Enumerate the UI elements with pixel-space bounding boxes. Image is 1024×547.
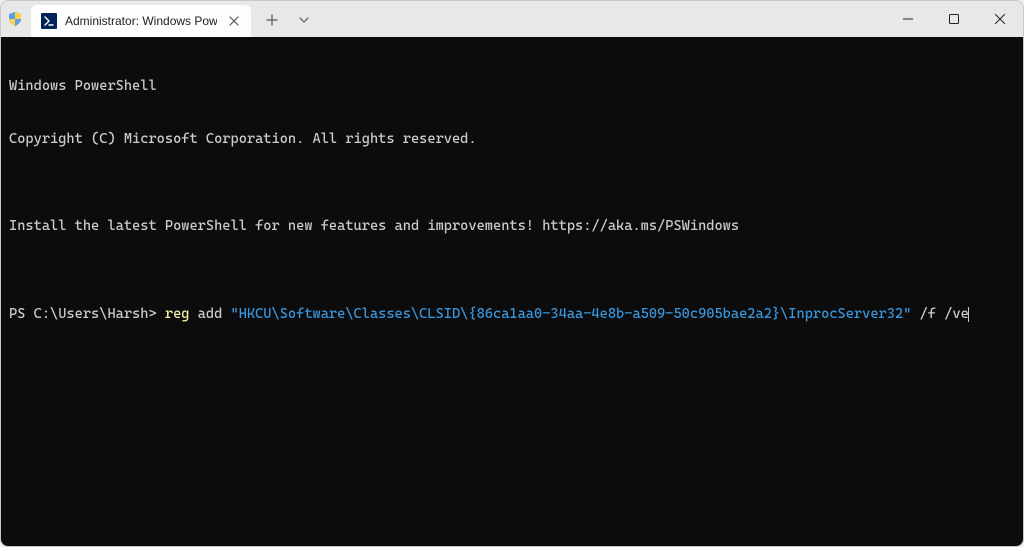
minimize-button[interactable] <box>885 3 931 35</box>
tab-powershell[interactable]: Administrator: Windows Powe <box>31 5 251 37</box>
window-frame: Administrator: Windows Powe <box>0 0 1024 547</box>
titlebar: Administrator: Windows Powe <box>1 1 1023 37</box>
command-path: "HKCU\Software\Classes\CLSID\{86ca1aa0-3… <box>230 306 911 322</box>
maximize-button[interactable] <box>931 3 977 35</box>
close-button[interactable] <box>977 3 1023 35</box>
command-reg: reg <box>165 306 190 322</box>
window-controls <box>885 1 1023 37</box>
powershell-icon <box>41 13 57 29</box>
command-flags: /f /ve <box>911 306 968 322</box>
tab-dropdown-button[interactable] <box>291 7 317 33</box>
output-line: Copyright (C) Microsoft Corporation. All… <box>9 131 1015 149</box>
prompt-prefix: PS C:\Users\Harsh> <box>9 306 165 322</box>
terminal-output[interactable]: Windows PowerShell Copyright (C) Microso… <box>1 37 1023 546</box>
cursor <box>968 307 969 322</box>
command-add: add <box>189 306 230 322</box>
tab-title: Administrator: Windows Powe <box>65 14 217 28</box>
uac-shield-icon <box>7 11 23 27</box>
output-line: Install the latest PowerShell for new fe… <box>9 218 1015 236</box>
tab-close-button[interactable] <box>225 12 243 30</box>
new-tab-button[interactable] <box>259 7 285 33</box>
prompt-line: PS C:\Users\Harsh> reg add "HKCU\Softwar… <box>9 306 1015 324</box>
output-line: Windows PowerShell <box>9 78 1015 96</box>
tab-actions <box>259 7 317 33</box>
